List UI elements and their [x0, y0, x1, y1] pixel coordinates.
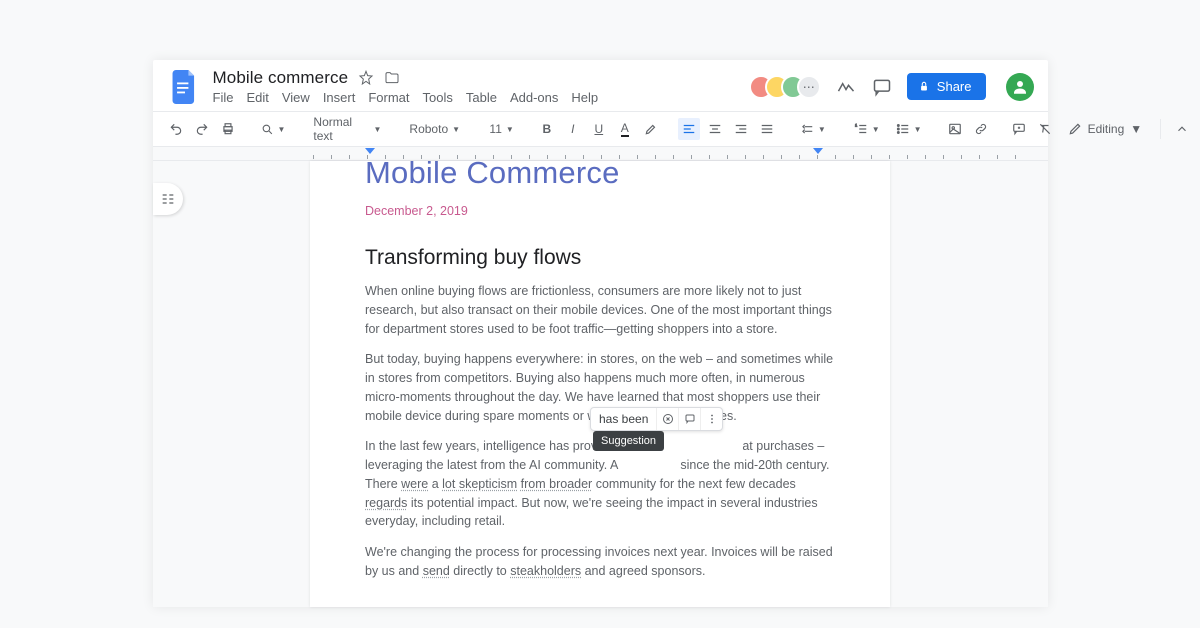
account-avatar[interactable] [1006, 73, 1034, 101]
grammar-underline[interactable]: were [401, 477, 428, 491]
suggestion-tooltip: Suggestion [593, 431, 664, 451]
ruler[interactable] [153, 147, 1048, 161]
star-icon[interactable] [358, 70, 374, 86]
menubar: File Edit View Insert Format Tools Table… [213, 90, 749, 105]
workspace: Mobile Commerce December 2, 2019 Transfo… [153, 161, 1048, 607]
doc-paragraph[interactable]: We're changing the process for processin… [365, 543, 835, 581]
share-button[interactable]: Share [907, 73, 986, 100]
suggestion-popup: has been [590, 407, 723, 431]
menu-file[interactable]: File [213, 90, 234, 105]
app-window: Mobile commerce File Edit View Insert Fo… [153, 60, 1048, 607]
menu-help[interactable]: Help [571, 90, 598, 105]
insert-link-icon[interactable] [970, 118, 992, 140]
toolbar: ▼ Normal text▼ Roboto▼ 11▼ B I U A ▼ 1▼ … [153, 111, 1048, 147]
grammar-underline[interactable]: from broader [521, 477, 593, 491]
numbered-list-icon[interactable]: 1▼ [848, 120, 886, 138]
svg-text:1: 1 [855, 124, 857, 128]
menu-tools[interactable]: Tools [423, 90, 453, 105]
bullet-list-icon[interactable]: ▼ [890, 120, 928, 138]
align-center-icon[interactable] [704, 118, 726, 140]
collapse-icon[interactable] [1171, 118, 1193, 140]
doc-paragraph[interactable]: In the last few years, intelligence has … [365, 437, 835, 531]
share-label: Share [937, 79, 972, 94]
outline-tab[interactable] [153, 183, 183, 215]
doc-date[interactable]: December 2, 2019 [365, 204, 835, 218]
dismiss-icon[interactable] [656, 408, 678, 430]
underline-icon[interactable]: U [588, 118, 610, 140]
collaborator-avatars[interactable]: ⋯ [749, 75, 821, 99]
editing-label: Editing [1088, 122, 1125, 136]
comments-icon[interactable] [871, 76, 893, 98]
font-label: Roboto [409, 122, 448, 136]
docs-logo[interactable] [167, 69, 203, 105]
text-color-icon[interactable]: A [614, 118, 636, 140]
menu-insert[interactable]: Insert [323, 90, 356, 105]
menu-addons[interactable]: Add-ons [510, 90, 558, 105]
fontsize-dropdown[interactable]: 11▼ [483, 120, 519, 138]
align-left-icon[interactable] [678, 118, 700, 140]
align-justify-icon[interactable] [756, 118, 778, 140]
menu-edit[interactable]: Edit [246, 90, 268, 105]
titlebar: Mobile commerce File Edit View Insert Fo… [153, 60, 1048, 105]
zoom-dropdown[interactable]: ▼ [255, 121, 292, 138]
italic-icon[interactable]: I [562, 118, 584, 140]
suggestion-text[interactable]: has been [591, 412, 656, 426]
feedback-icon[interactable] [678, 408, 700, 430]
document-page[interactable]: Mobile Commerce December 2, 2019 Transfo… [310, 161, 890, 607]
editing-mode-dropdown[interactable]: Editing ▼ [1060, 119, 1151, 139]
style-label: Normal text [313, 115, 369, 143]
bold-icon[interactable]: B [536, 118, 558, 140]
print-icon[interactable] [217, 118, 239, 140]
header-right: ⋯ Share [749, 73, 1034, 101]
highlight-icon[interactable] [640, 118, 662, 140]
indent-marker[interactable] [365, 148, 375, 154]
more-icon[interactable] [700, 408, 722, 430]
avatar[interactable]: ⋯ [797, 75, 821, 99]
line-spacing-icon[interactable]: ▼ [794, 120, 832, 138]
menu-view[interactable]: View [282, 90, 310, 105]
insert-image-icon[interactable] [944, 118, 966, 140]
doc-heading-1[interactable]: Mobile Commerce [365, 161, 835, 188]
grammar-underline[interactable]: lot skepticism [442, 477, 517, 491]
move-icon[interactable] [384, 70, 400, 86]
redo-icon[interactable] [191, 118, 213, 140]
undo-icon[interactable] [165, 118, 187, 140]
document-title[interactable]: Mobile commerce [213, 68, 349, 88]
right-margin-marker[interactable] [813, 148, 823, 154]
style-dropdown[interactable]: Normal text▼ [307, 113, 387, 145]
menu-table[interactable]: Table [466, 90, 497, 105]
font-dropdown[interactable]: Roboto▼ [403, 120, 467, 138]
align-right-icon[interactable] [730, 118, 752, 140]
grammar-underline[interactable]: regards [365, 496, 407, 510]
grammar-underline[interactable]: send [423, 564, 450, 578]
activity-icon[interactable] [835, 76, 857, 98]
doc-heading-2[interactable]: Transforming buy flows [365, 246, 835, 270]
menu-format[interactable]: Format [368, 90, 409, 105]
doc-paragraph[interactable]: When online buying flows are frictionles… [365, 282, 835, 338]
grammar-underline[interactable]: steakholders [510, 564, 581, 578]
clear-format-icon[interactable] [1034, 118, 1056, 140]
insert-comment-icon[interactable] [1008, 118, 1030, 140]
fontsize-label: 11 [489, 122, 501, 136]
